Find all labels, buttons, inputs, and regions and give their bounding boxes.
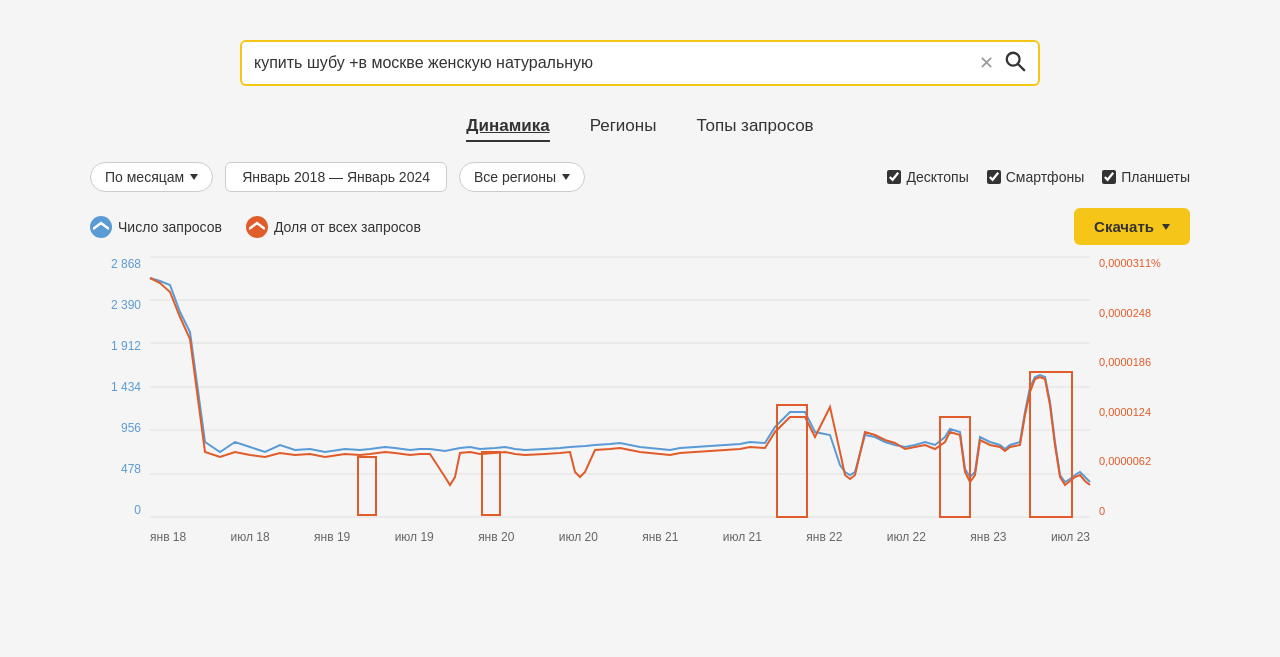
chart-container: 2 868 2 390 1 912 1 434 956 478 0 0,0000… — [90, 257, 1190, 557]
y-label: 0 — [134, 503, 141, 517]
x-label: июл 20 — [559, 530, 598, 544]
desktops-checkbox[interactable]: Десктопы — [887, 169, 968, 185]
x-label: янв 23 — [970, 530, 1006, 544]
legend-dot-blue — [90, 216, 112, 238]
y-label: 2 390 — [111, 298, 141, 312]
chevron-down-icon — [562, 174, 570, 180]
y-label: 1 912 — [111, 339, 141, 353]
y-label: 2 868 — [111, 257, 141, 271]
legend-share: Доля от всех запросов — [246, 216, 421, 238]
y-label: 956 — [121, 421, 141, 435]
legend-requests: Число запросов — [90, 216, 222, 238]
chevron-down-icon — [1162, 224, 1170, 230]
date-range-button[interactable]: Январь 2018 — Январь 2024 — [225, 162, 447, 192]
chart-svg — [150, 257, 1090, 517]
anomaly-rect-jan19 — [358, 457, 376, 515]
y-label-right: 0,0000311% — [1099, 257, 1161, 269]
chart-area — [150, 257, 1090, 517]
y-label-right: 0,0000248 — [1099, 307, 1151, 319]
y-axis-left: 2 868 2 390 1 912 1 434 956 478 0 — [90, 257, 145, 517]
region-dropdown[interactable]: Все регионы — [459, 162, 585, 192]
svg-line-1 — [1018, 64, 1024, 70]
download-button[interactable]: Скачать — [1074, 208, 1190, 245]
x-label: янв 19 — [314, 530, 350, 544]
legend-dot-red — [246, 216, 268, 238]
blue-line — [150, 278, 1090, 482]
search-box: купить шубу +в москве женскую натуральну… — [240, 40, 1040, 86]
smartphones-checkbox[interactable]: Смартфоны — [987, 169, 1085, 185]
x-label: июл 22 — [887, 530, 926, 544]
x-label: июл 19 — [395, 530, 434, 544]
y-label: 478 — [121, 462, 141, 476]
tab-topy[interactable]: Топы запросов — [696, 116, 813, 142]
x-axis: янв 18 июл 18 янв 19 июл 19 янв 20 июл 2… — [150, 517, 1090, 557]
tab-dinamika[interactable]: Динамика — [466, 116, 549, 142]
period-dropdown[interactable]: По месяцам — [90, 162, 213, 192]
y-label-right: 0,0000124 — [1099, 406, 1151, 418]
y-label-right: 0 — [1099, 505, 1105, 517]
x-label: июл 23 — [1051, 530, 1090, 544]
red-line — [150, 278, 1090, 485]
x-label: янв 21 — [642, 530, 678, 544]
y-label: 1 434 — [111, 380, 141, 394]
anomaly-rect-jul19 — [482, 452, 500, 515]
tablets-checkbox[interactable]: Планшеты — [1102, 169, 1190, 185]
x-label: июл 21 — [723, 530, 762, 544]
clear-icon[interactable]: ✕ — [979, 54, 994, 72]
search-input[interactable]: купить шубу +в москве женскую натуральну… — [254, 54, 979, 72]
search-icon[interactable] — [1004, 50, 1026, 76]
y-label-right: 0,0000186 — [1099, 356, 1151, 368]
anomaly-rect-jul23 — [1030, 372, 1072, 517]
search-wrapper: купить шубу +в москве женскую натуральну… — [240, 40, 1040, 86]
x-label: июл 18 — [231, 530, 270, 544]
device-checkboxes: Десктопы Смартфоны Планшеты — [887, 169, 1190, 185]
x-label: янв 20 — [478, 530, 514, 544]
y-label-right: 0,0000062 — [1099, 455, 1151, 467]
tab-regiony[interactable]: Регионы — [590, 116, 657, 142]
tabs-container: Динамика Регионы Топы запросов — [466, 116, 813, 142]
legend-row: Число запросов Доля от всех запросов Ска… — [90, 208, 1190, 245]
x-label: янв 18 — [150, 530, 186, 544]
chevron-down-icon — [190, 174, 198, 180]
x-label: янв 22 — [806, 530, 842, 544]
y-axis-right: 0,0000311% 0,0000248 0,0000186 0,0000124… — [1095, 257, 1190, 517]
controls-row: По месяцам Январь 2018 — Январь 2024 Все… — [90, 162, 1190, 192]
